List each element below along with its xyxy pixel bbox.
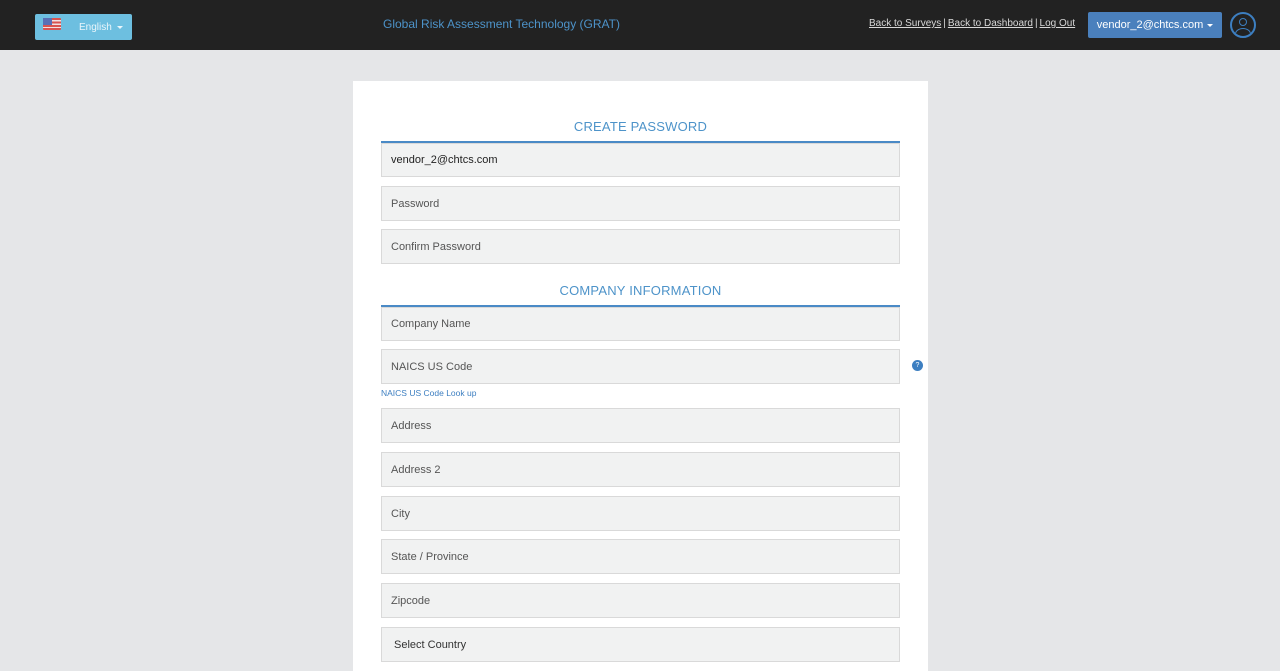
naics-code-field[interactable]: NAICS US Code xyxy=(381,349,900,384)
city-field[interactable]: City xyxy=(381,496,900,531)
user-menu-button[interactable]: vendor_2@chtcs.com xyxy=(1088,12,1222,38)
language-label: English xyxy=(79,22,112,33)
company-information-heading: COMPANY INFORMATION xyxy=(559,283,722,298)
nav-separator: | xyxy=(1034,18,1038,29)
address-field[interactable]: Address xyxy=(381,408,900,443)
password-field[interactable]: Password xyxy=(381,186,900,221)
user-circle-icon[interactable] xyxy=(1230,12,1256,38)
top-navbar: English Global Risk Assessment Technolog… xyxy=(0,0,1280,50)
language-dropdown[interactable]: English xyxy=(35,14,132,40)
back-to-dashboard-link[interactable]: Back to Dashboard xyxy=(948,18,1033,29)
nav-links: Back to Surveys | Back to Dashboard | Log Ou… xyxy=(869,18,1075,29)
help-icon[interactable]: ? xyxy=(912,360,923,371)
avatar-body xyxy=(1235,28,1251,36)
country-select[interactable]: Select Country xyxy=(381,627,900,662)
user-menu-label: vendor_2@chtcs.com xyxy=(1096,19,1204,31)
zipcode-field[interactable]: Zipcode xyxy=(381,583,900,618)
log-out-link[interactable]: Log Out xyxy=(1040,18,1076,29)
avatar-head xyxy=(1239,18,1247,26)
app-title: Global Risk Assessment Technology (GRAT) xyxy=(383,17,620,31)
confirm-password-field[interactable]: Confirm Password xyxy=(381,229,900,264)
nav-separator: | xyxy=(943,18,946,29)
us-flag-icon xyxy=(43,18,61,30)
company-name-field[interactable]: Company Name xyxy=(381,307,900,341)
create-password-heading: CREATE PASSWORD xyxy=(573,119,708,134)
state-province-field[interactable]: State / Province xyxy=(381,539,900,574)
registration-card: CREATE PASSWORD vendor_2@chtcs.com Passw… xyxy=(353,81,928,671)
address2-field[interactable]: Address 2 xyxy=(381,452,900,487)
naics-lookup-link[interactable]: NAICS US Code Look up xyxy=(381,388,476,398)
email-field[interactable]: vendor_2@chtcs.com xyxy=(381,143,900,177)
caret-down-icon xyxy=(117,26,123,29)
back-to-surveys-link[interactable]: Back to Surveys xyxy=(869,18,941,29)
caret-down-icon xyxy=(1207,23,1214,27)
